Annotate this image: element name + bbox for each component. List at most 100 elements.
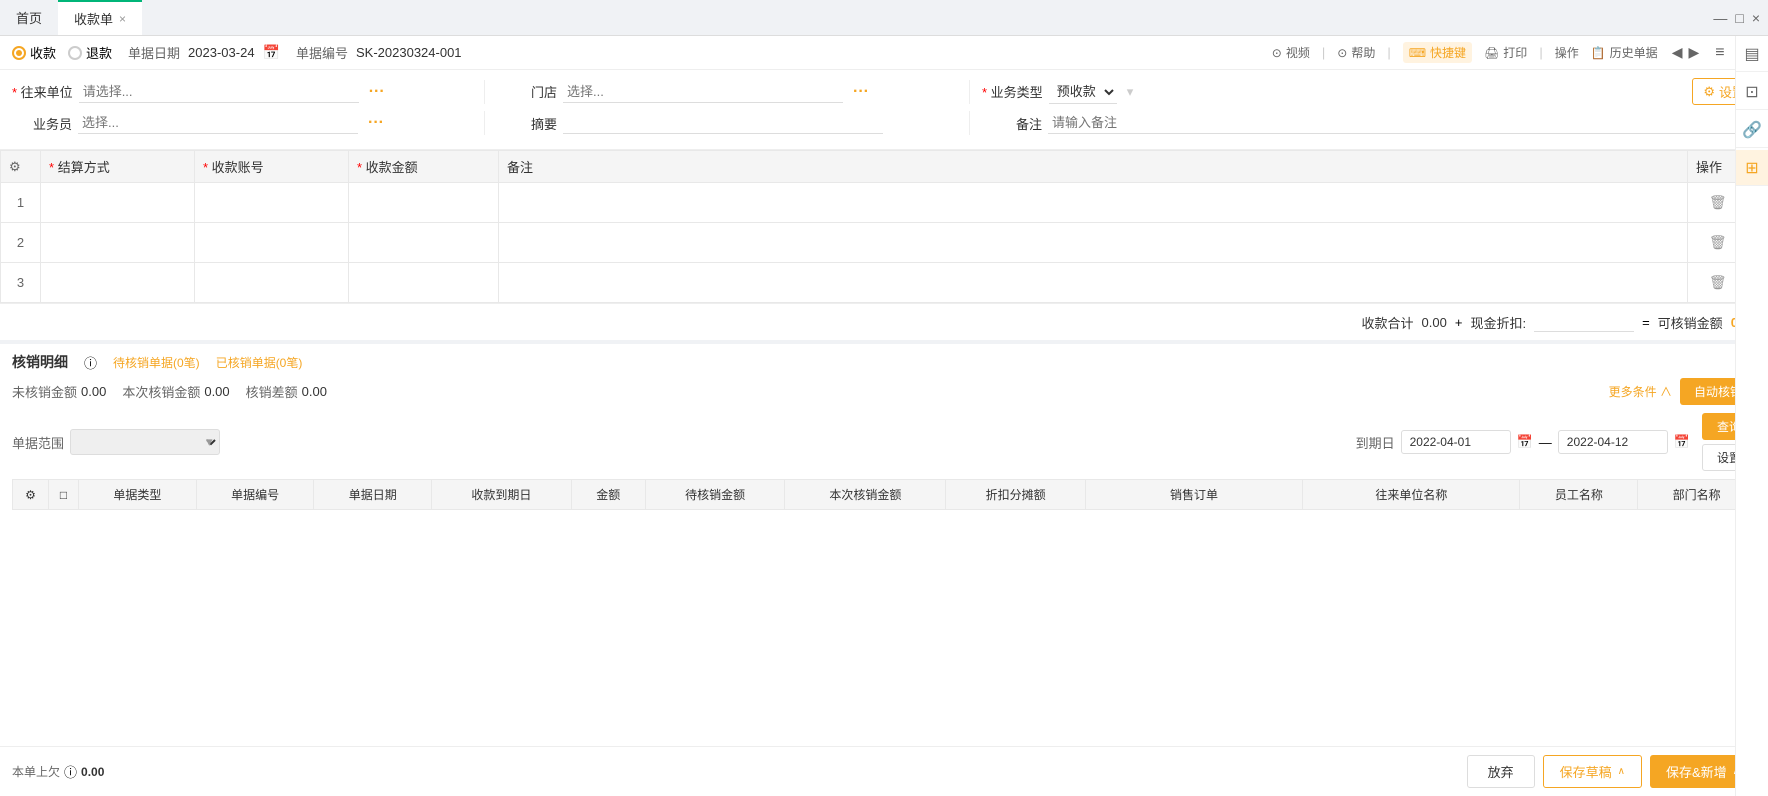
- window-minimize[interactable]: —: [1713, 10, 1727, 26]
- range-label: 单据范围: [12, 433, 64, 452]
- next-arrow[interactable]: ▶: [1686, 44, 1701, 61]
- row-num-2: 2: [1, 223, 41, 263]
- doc-date-label: 单据日期: [128, 43, 180, 62]
- operation-label: 操作: [1555, 44, 1579, 61]
- discount-label: 现金折扣:: [1470, 313, 1526, 332]
- date-end-icon[interactable]: 📅: [1674, 434, 1690, 450]
- doc-no-value: SK-20230324-001: [356, 45, 462, 60]
- cell-remark-2[interactable]: [498, 223, 1687, 263]
- field-counterpart: 往来单位 ···: [12, 81, 472, 103]
- counterpart-more-icon[interactable]: ···: [369, 83, 385, 101]
- right-sidebar: ▤ ⊡ 🔗 ⊞: [1735, 36, 1768, 796]
- remark-input[interactable]: [1048, 112, 1756, 134]
- form-row-2: 业务员 ··· 摘要 备注: [12, 111, 1756, 135]
- table-wrap: ⚙ * 结算方式 * 收款账号 * 收款金额: [0, 150, 1768, 303]
- footer-value: 0.00: [81, 765, 104, 779]
- writeoff-title: 核销明细: [12, 352, 68, 372]
- biz-type-select[interactable]: 预收款: [1049, 80, 1117, 104]
- radio-tuikuan[interactable]: 退款: [68, 43, 112, 62]
- bt-col-check[interactable]: □: [49, 480, 79, 510]
- cell-account-1[interactable]: [194, 183, 348, 223]
- radio-tuikuan-dot: [68, 46, 82, 60]
- bt-col-gear[interactable]: ⚙: [13, 480, 49, 510]
- date-start-icon[interactable]: 📅: [1517, 434, 1533, 450]
- tab-close-icon[interactable]: ×: [119, 12, 126, 26]
- save-new-label: 保存&新增: [1666, 762, 1727, 781]
- range-wrap: 单据范围 ▾: [12, 429, 1344, 455]
- more-filter-btn[interactable]: 更多条件 ∧: [1609, 383, 1672, 400]
- date-label: 到期日: [1356, 433, 1395, 452]
- range-select[interactable]: [70, 429, 220, 455]
- available-label: 可核销金额: [1658, 313, 1723, 332]
- doc-no-label: 单据编号: [296, 43, 348, 62]
- cell-amount-1[interactable]: [348, 183, 498, 223]
- save-draft-btn[interactable]: 保存草稿 ∧: [1543, 755, 1642, 788]
- sidebar-icon-3[interactable]: 🔗: [1736, 112, 1768, 148]
- list-view-icon[interactable]: ≡: [1713, 44, 1726, 62]
- cell-account-2[interactable]: [194, 223, 348, 263]
- shortcut-btn[interactable]: ⌨ 快捷键: [1403, 42, 1472, 63]
- shop-input[interactable]: [563, 81, 843, 103]
- bt-col-discount: 折扣分摊额: [946, 480, 1085, 510]
- print-icon: 🖨: [1484, 46, 1499, 60]
- cell-amount-2[interactable]: [348, 223, 498, 263]
- radio-group: 收款 退款: [12, 43, 112, 62]
- date-separator: —: [1539, 435, 1552, 450]
- discount-input[interactable]: [1534, 312, 1634, 332]
- cell-remark-3[interactable]: [498, 263, 1687, 303]
- cell-remark-1[interactable]: [498, 183, 1687, 223]
- sidebar-icon-1[interactable]: ▤: [1736, 36, 1768, 72]
- shortcut-label: 快捷键: [1430, 44, 1466, 61]
- col-remark: 备注: [498, 151, 1687, 183]
- date-start-input[interactable]: [1401, 430, 1511, 454]
- abandon-btn[interactable]: 放弃: [1467, 755, 1535, 788]
- delete-icon-1[interactable]: 🗑: [1709, 194, 1727, 210]
- counterpart-input[interactable]: [79, 81, 359, 103]
- tab-shoukuan[interactable]: 收款单 ×: [58, 0, 142, 35]
- sidebar-icon-4[interactable]: ⊞: [1736, 150, 1768, 186]
- video-btn[interactable]: ⊙ 视频: [1272, 44, 1310, 61]
- col-amount: * 收款金额: [348, 151, 498, 183]
- cell-settlement-2[interactable]: [41, 223, 195, 263]
- cell-account-3[interactable]: [194, 263, 348, 303]
- done-writeoff-link[interactable]: 已核销单据(0笔): [216, 354, 303, 371]
- remark-label: 备注: [982, 114, 1042, 133]
- summary-input[interactable]: [563, 112, 883, 134]
- table-row: 3 🗑 ⊕: [1, 263, 1768, 303]
- radio-shoukuan[interactable]: 收款: [12, 43, 56, 62]
- staff-label: 业务员: [12, 114, 72, 133]
- bt-col-no: 单据编号: [196, 480, 314, 510]
- prev-arrow[interactable]: ◀: [1670, 44, 1685, 61]
- delete-icon-3[interactable]: 🗑: [1709, 274, 1727, 290]
- table-gear-icon[interactable]: ⚙: [9, 159, 21, 174]
- shop-more-icon[interactable]: ···: [853, 83, 869, 101]
- help-btn[interactable]: ⊙ 帮助: [1337, 44, 1375, 61]
- video-icon: ⊙: [1272, 46, 1282, 60]
- staff-more-icon[interactable]: ···: [368, 114, 384, 132]
- cell-amount-3[interactable]: [348, 263, 498, 303]
- help-icon: ⊙: [1337, 46, 1347, 60]
- history-btn[interactable]: 📋 历史单据: [1591, 44, 1658, 61]
- pending-writeoff-link[interactable]: 待核销单据(0笔): [113, 354, 200, 371]
- print-label: 打印: [1503, 44, 1527, 61]
- print-btn[interactable]: 🖨 打印: [1484, 44, 1527, 61]
- calendar-icon[interactable]: 📅: [263, 44, 280, 61]
- staff-input[interactable]: [78, 112, 358, 134]
- cell-settlement-3[interactable]: [41, 263, 195, 303]
- window-close[interactable]: ×: [1752, 10, 1760, 26]
- window-maximize[interactable]: □: [1735, 10, 1743, 26]
- sidebar-icon-2[interactable]: ⊡: [1736, 74, 1768, 110]
- footer-info-icon: ⓘ: [64, 762, 77, 781]
- tab-home[interactable]: 首页: [0, 0, 58, 35]
- tab-shoukuan-label: 收款单: [74, 9, 113, 28]
- bt-col-amount: 金额: [571, 480, 645, 510]
- date-end-input[interactable]: [1558, 430, 1668, 454]
- bt-col-pending: 待核销金额: [645, 480, 784, 510]
- cell-settlement-1[interactable]: [41, 183, 195, 223]
- bt-col-unit: 往来单位名称: [1303, 480, 1520, 510]
- col-account: * 收款账号: [194, 151, 348, 183]
- operation-btn[interactable]: 操作: [1555, 44, 1579, 61]
- plus-sign: +: [1455, 315, 1463, 330]
- radio-tuikuan-label: 退款: [86, 43, 112, 62]
- delete-icon-2[interactable]: 🗑: [1709, 234, 1727, 250]
